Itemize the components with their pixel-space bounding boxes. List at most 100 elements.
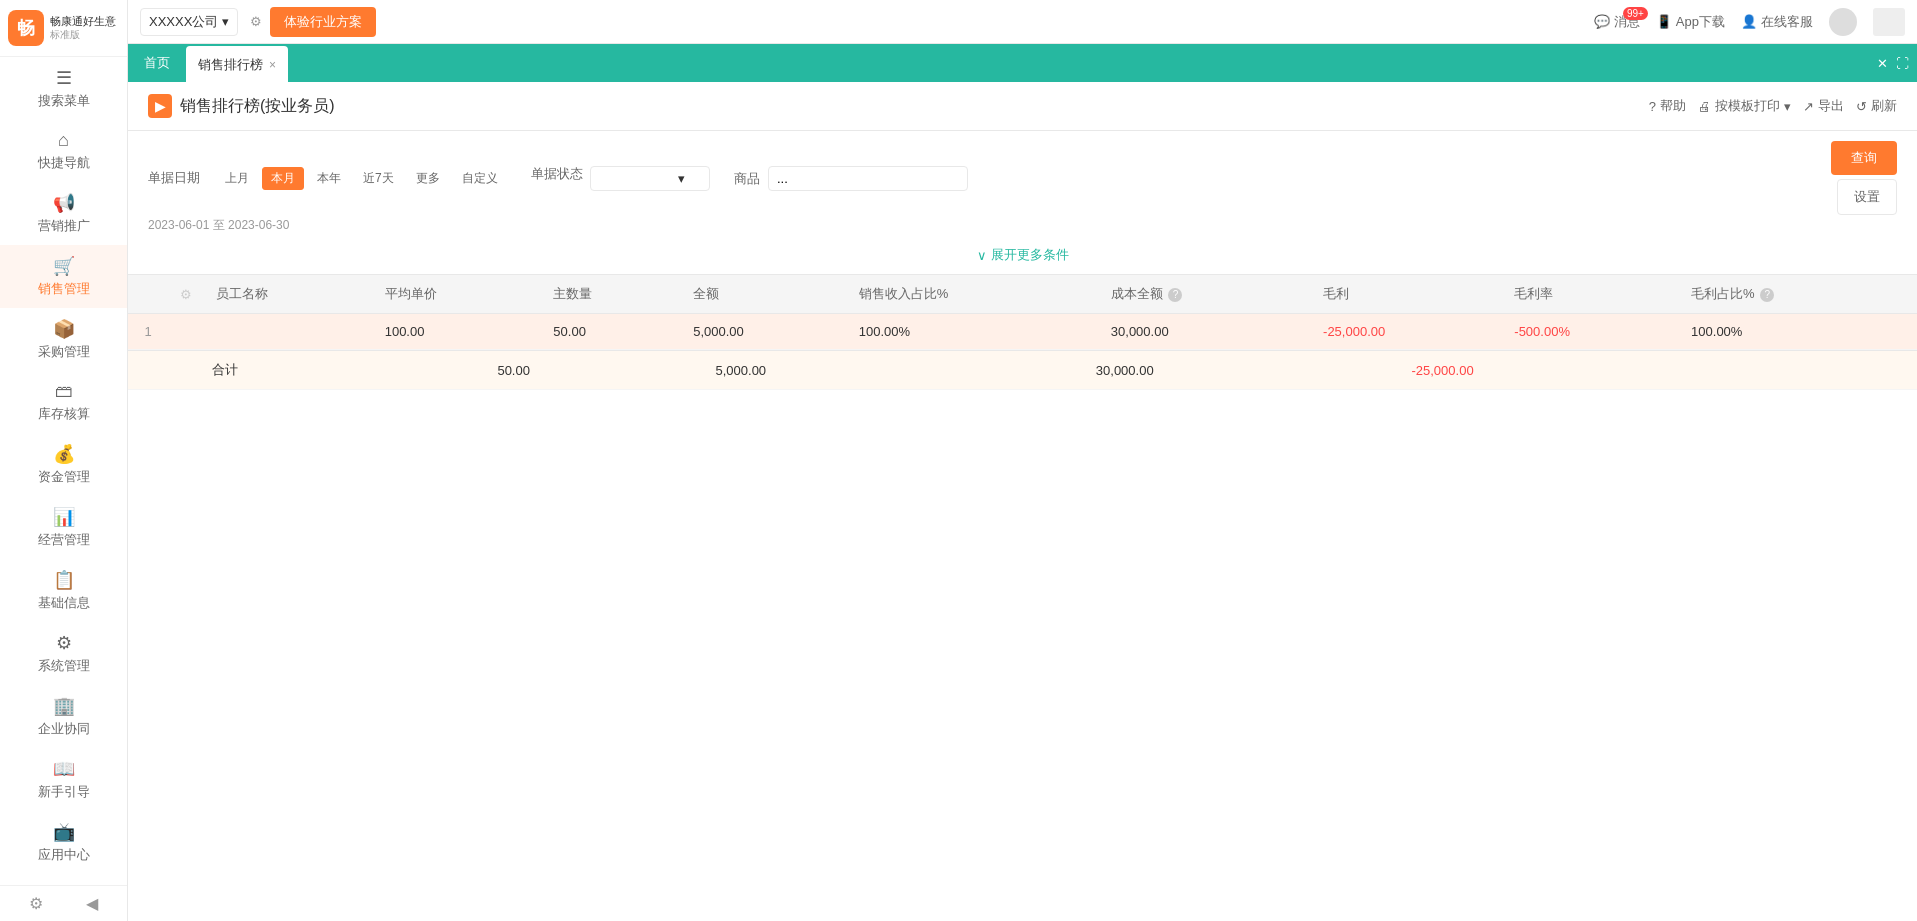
collapse-icon[interactable]: ◀ [86,894,98,913]
nav-icon-enterprise: 🏢 [53,695,75,717]
nav-icon-guide: 📖 [53,758,75,780]
summary-label: 合计 [200,351,393,390]
company-selector[interactable]: XXXXX公司 ▾ [140,8,238,36]
query-actions: 查询 设置 [1831,141,1897,215]
col-avg-price: 平均单价 [373,275,542,314]
nav-icon-marketing: 📢 [53,192,75,214]
main-area: XXXXX公司 ▾ ⚙ 体验行业方案 💬 消息 99+ 📱 App下载 👤 在线… [128,0,1917,921]
sidebar-item-basic-info[interactable]: 📋 基础信息 [0,559,127,622]
tab-bar-right: ✕ ⛶ [1877,56,1917,71]
trial-button[interactable]: 体验行业方案 [270,7,376,37]
chevron-down-icon: ▾ [222,14,229,29]
online-service-group[interactable]: 👤 在线客服 [1741,13,1813,31]
tab-sales-ranking[interactable]: 销售排行榜 × [186,46,288,84]
gear-icon[interactable]: ⚙ [250,14,262,29]
sidebar-item-app-center[interactable]: 📺 应用中心 [0,811,127,874]
app-icon: 📱 [1656,14,1672,29]
status-label: 单据状态 [531,166,583,181]
sidebar-nav: ☰ 搜索菜单 ⌂ 快捷导航 📢 营销推广 🛒 销售管理 📦 采购管理 🗃 库存核… [0,57,127,885]
settings-bottom-icon[interactable]: ⚙ [29,894,43,913]
sidebar-item-finance[interactable]: 💰 资金管理 [0,433,127,496]
nav-label-app-center: 应用中心 [38,846,90,864]
tab-home[interactable]: 首页 [128,44,186,82]
cell-main-qty: 50.00 [541,314,681,350]
col-gross-rate: 毛利率 [1502,275,1679,314]
sidebar-item-search-order[interactable]: ☰ 搜索菜单 [0,57,127,120]
filter-row: 单据日期 上月 本月 本年 近7天 更多 自定义 单据状态 ▾ [148,141,1897,215]
export-btn[interactable]: ↗ 导出 [1803,97,1844,115]
nav-icon-quick-nav: ⌂ [58,130,69,151]
cell-gross-rate: -500.00% [1502,314,1679,350]
sidebar-item-enterprise[interactable]: 🏢 企业协同 [0,685,127,748]
logo-text: 畅康通好生意 标准版 [50,14,116,42]
summary-cost: 30,000.00 [1084,351,1400,390]
sidebar-item-guide[interactable]: 📖 新手引导 [0,748,127,811]
company-name: XXXXX公司 [149,13,218,31]
tab-close-icon[interactable]: × [269,58,276,72]
settings-button[interactable]: 设置 [1837,179,1897,215]
app-download-label: App下载 [1676,13,1725,31]
summary-sales-pct [991,351,1084,390]
sidebar-item-marketing[interactable]: 📢 营销推广 [0,182,127,245]
cost-info-icon[interactable]: ? [1168,288,1182,302]
app-download-group[interactable]: 📱 App下载 [1656,13,1725,31]
last-month-btn[interactable]: 上月 [216,167,258,190]
col-cost: 成本全额 ? [1099,275,1311,314]
more-date-btn[interactable]: 更多 [407,167,449,190]
table-row: 1 100.00 50.00 5,000.00 100.00% 30,000.0… [128,314,1917,350]
col-settings-icon[interactable]: ⚙ [180,287,192,302]
cell-gross-pct: 100.00% [1679,314,1917,350]
nav-label-inventory: 库存核算 [38,405,90,423]
close-window-icon[interactable]: ✕ [1877,56,1888,71]
message-icon: 💬 [1594,14,1610,29]
nav-label-basic-info: 基础信息 [38,594,90,612]
sidebar-item-operations[interactable]: 📊 经营管理 [0,496,127,559]
nav-icon-finance: 💰 [53,443,75,465]
nav-label-enterprise: 企业协同 [38,720,90,738]
sidebar: 畅 畅康通好生意 标准版 ☰ 搜索菜单 ⌂ 快捷导航 📢 营销推广 🛒 销售管理… [0,0,128,921]
message-group[interactable]: 💬 消息 99+ [1594,13,1640,31]
help-btn[interactable]: ? 帮助 [1649,97,1686,115]
chevron-down-icon: ∨ [977,248,987,263]
sidebar-item-sales[interactable]: 🛒 销售管理 [0,245,127,308]
gross-pct-info-icon[interactable]: ? [1760,288,1774,302]
maximize-icon[interactable]: ⛶ [1896,56,1909,71]
table-body: 1 100.00 50.00 5,000.00 100.00% 30,000.0… [128,314,1917,350]
nav-label-quick-nav: 快捷导航 [38,154,90,172]
col-sales-pct: 销售收入占比% [847,275,1099,314]
page-title: 销售排行榜(按业务员) [180,96,335,117]
sidebar-item-wechat[interactable]: 💬 企业微信 [0,874,127,885]
content-area: ▶ 销售排行榜(按业务员) ? 帮助 🖨 按模板打印 ▾ ↗ 导出 [128,82,1917,921]
help-icon: ? [1649,99,1656,114]
sidebar-item-purchase[interactable]: 📦 采购管理 [0,308,127,371]
sidebar-item-system[interactable]: ⚙ 系统管理 [0,622,127,685]
sidebar-item-quick-nav[interactable]: ⌂ 快捷导航 [0,120,127,182]
query-button[interactable]: 查询 [1831,141,1897,175]
avatar[interactable] [1829,8,1857,36]
nav-icon-search-order: ☰ [56,67,72,89]
last-7days-btn[interactable]: 近7天 [354,167,403,190]
expand-arrow[interactable]: ▶ [148,94,172,118]
nav-label-operations: 经营管理 [38,531,90,549]
status-select[interactable]: ▾ [590,166,710,191]
col-gross-pct: 毛利占比% ? [1679,275,1917,314]
top-header: XXXXX公司 ▾ ⚙ 体验行业方案 💬 消息 99+ 📱 App下载 👤 在线… [128,0,1917,44]
custom-date-btn[interactable]: 自定义 [453,167,507,190]
col-employee-name: 员工名称 [204,275,373,314]
sales-table: ⚙ 员工名称 平均单价 主数量 全额 销售收入占比% 成本全额 ? 毛利 毛利率 [128,275,1917,350]
col-settings[interactable]: ⚙ [168,275,204,314]
sidebar-item-inventory[interactable]: 🗃 库存核算 [0,371,127,433]
goods-input[interactable]: ... [768,166,968,191]
this-month-btn[interactable]: 本月 [262,167,304,190]
summary-table: 合计 50.00 5,000.00 30,000.00 -25,000.00 [128,351,1917,390]
tab-bar: 首页 销售排行榜 × ✕ ⛶ [128,44,1917,82]
table-container: ⚙ 员工名称 平均单价 主数量 全额 销售收入占比% 成本全额 ? 毛利 毛利率 [128,275,1917,921]
export-icon: ↗ [1803,99,1814,114]
this-year-btn[interactable]: 本年 [308,167,350,190]
print-btn[interactable]: 🖨 按模板打印 ▾ [1698,97,1791,115]
expand-more-btn[interactable]: ∨ 展开更多条件 [977,246,1069,264]
nav-label-sales: 销售管理 [38,280,90,298]
print-icon: 🖨 [1698,99,1711,114]
nav-icon-system: ⚙ [56,632,72,654]
refresh-btn[interactable]: ↺ 刷新 [1856,97,1897,115]
